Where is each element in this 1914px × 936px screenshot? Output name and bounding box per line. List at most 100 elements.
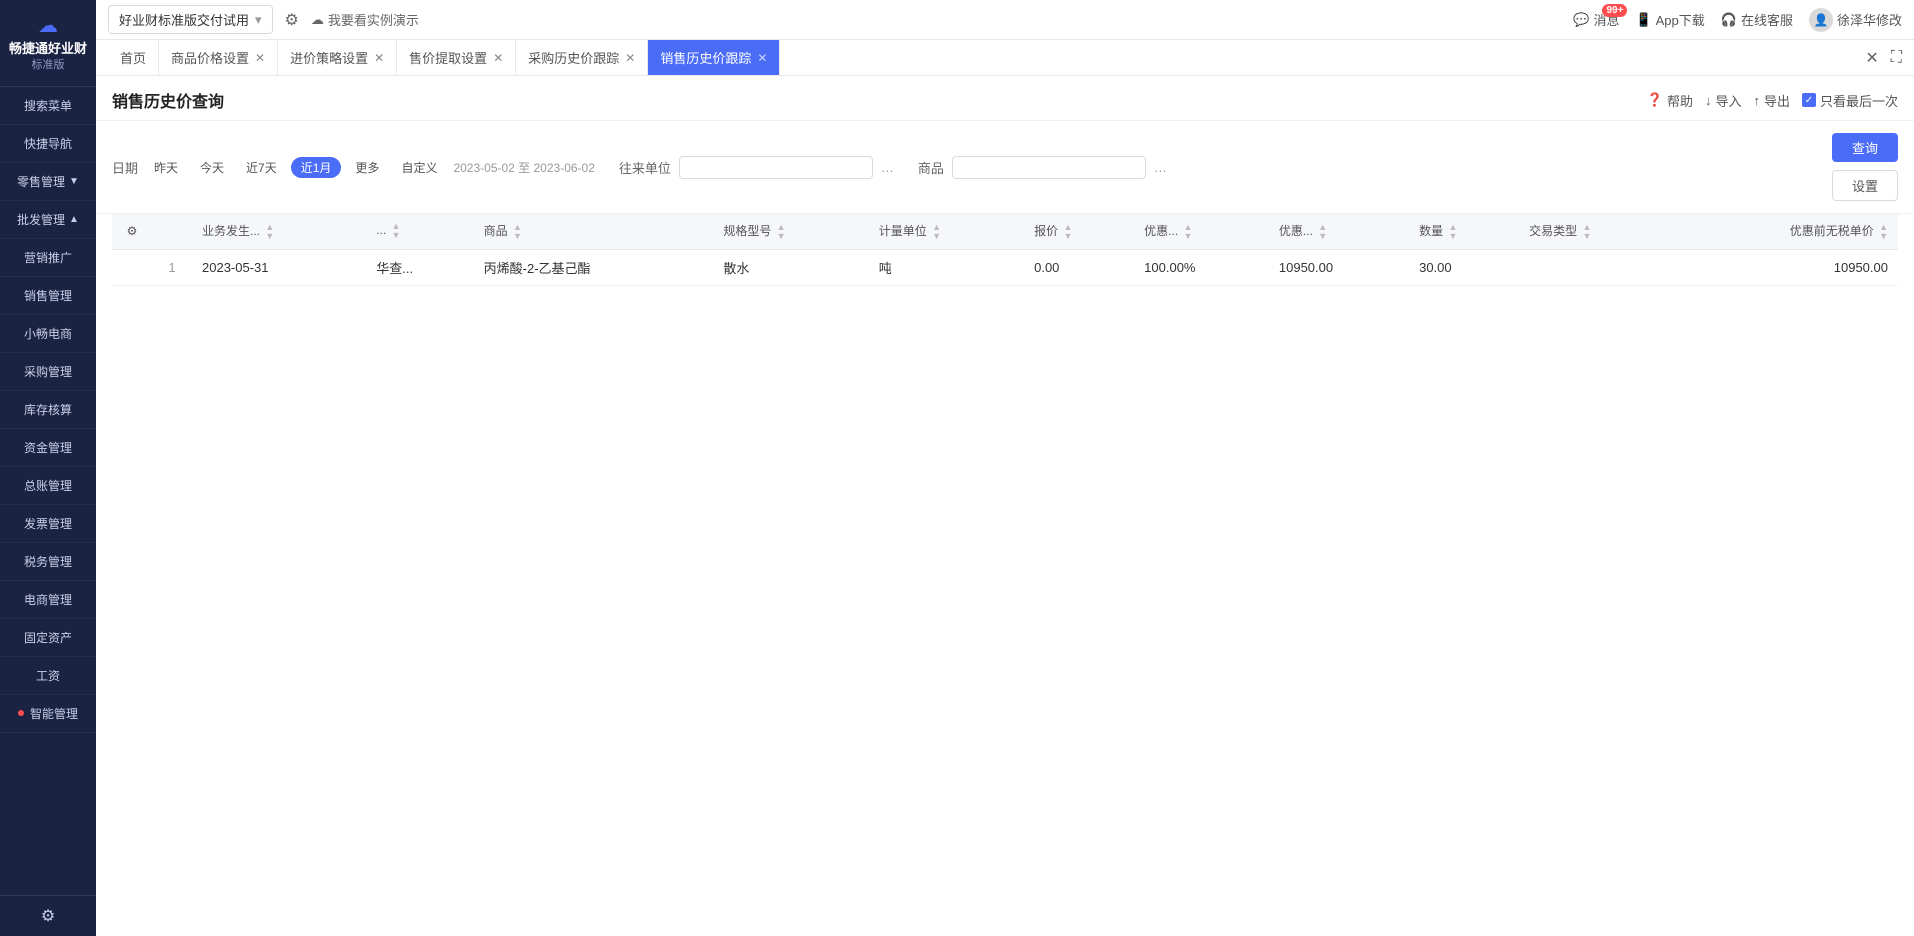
col-more1[interactable]: ... ▲▼	[366, 214, 473, 249]
sidebar-item-search-menu[interactable]: 搜索菜单	[0, 87, 96, 125]
col-discount1[interactable]: 优惠... ▲▼	[1134, 214, 1269, 249]
tab-purchase-history[interactable]: 采购历史价跟踪 ✕	[516, 40, 648, 76]
tab-home[interactable]: 首页	[108, 40, 159, 76]
message-icon: 💬	[1573, 12, 1589, 28]
tab-product-price-label: 商品价格设置	[171, 48, 249, 67]
service-icon: 🎧	[1721, 12, 1737, 28]
settings-button[interactable]: 设置	[1832, 170, 1898, 201]
tab-sales-history-close-icon[interactable]: ✕	[757, 51, 767, 65]
col-biz-date[interactable]: 业务发生... ▲▼	[192, 214, 366, 249]
retail-expand-icon: ▼	[69, 176, 79, 187]
date-btn-1month[interactable]: 近1月	[291, 157, 342, 178]
sidebar-item-ecommerce-small[interactable]: 小畅电商	[0, 315, 96, 353]
sidebar-item-invoice-mgmt[interactable]: 发票管理	[0, 505, 96, 543]
sort-icon-no-tax-price: ▲▼	[1879, 223, 1888, 241]
topbar-right: 💬 消息 99+ 📱 App下载 🎧 在线客服 👤 徐泽华修改	[1573, 8, 1902, 32]
row-num: 1	[152, 249, 192, 285]
sidebar-item-quick-nav[interactable]: 快捷导航	[0, 125, 96, 163]
col-price[interactable]: 报价 ▲▼	[1024, 214, 1134, 249]
query-button[interactable]: 查询	[1832, 133, 1898, 162]
table-row: 1 2023-05-31 华查... 丙烯酸-2-乙基己酯 散水 吨 0.00 …	[112, 249, 1898, 285]
sidebar-item-tax-mgmt[interactable]: 税务管理	[0, 543, 96, 581]
tab-purchase-strategy-close-icon[interactable]: ✕	[374, 51, 384, 65]
tab-product-price[interactable]: 商品价格设置 ✕	[159, 40, 278, 76]
table-header-row: ⚙ 业务发生... ▲▼ ... ▲▼ 商品 ▲▼	[112, 214, 1898, 249]
help-button[interactable]: ❓ 帮助	[1647, 91, 1693, 110]
sidebar-item-retail-mgmt[interactable]: 零售管理 ▼	[0, 163, 96, 201]
tab-close-icon[interactable]: ✕	[1861, 44, 1882, 72]
search-area: 日期 昨天 今天 近7天 近1月 更多 自定义 2023-05-02 至 202…	[96, 121, 1914, 214]
tab-sales-history[interactable]: 销售历史价跟踪 ✕	[648, 40, 780, 76]
sidebar-item-ledger-mgmt[interactable]: 总账管理	[0, 467, 96, 505]
sidebar-item-wholesale-mgmt[interactable]: 批发管理 ▲	[0, 201, 96, 239]
import-button[interactable]: ↓ 导入	[1705, 91, 1742, 110]
date-label: 日期	[112, 158, 138, 177]
message-button[interactable]: 💬 消息 99+	[1573, 10, 1619, 29]
sidebar-item-finance-mgmt[interactable]: 资金管理	[0, 429, 96, 467]
topbar-settings-icon[interactable]: ⚙	[285, 10, 299, 30]
date-selector: 昨天 今天 近7天 近1月 更多 自定义	[146, 157, 445, 178]
sidebar-item-smart-mgmt[interactable]: 智能管理	[0, 695, 96, 733]
tab-home-label: 首页	[120, 48, 146, 67]
tab-sale-price-close-icon[interactable]: ✕	[493, 51, 503, 65]
download-icon: 📱	[1635, 12, 1651, 28]
demo-button[interactable]: ☁ 我要看实例演示	[311, 10, 419, 29]
smart-mgmt-dot	[18, 710, 24, 716]
tab-sale-price[interactable]: 售价提取设置 ✕	[397, 40, 516, 76]
product-field: 商品 …	[918, 156, 1167, 179]
main-content: 好业财标准版交付试用 ▾ ⚙ ☁ 我要看实例演示 💬 消息 99+ 📱 App下…	[96, 0, 1914, 936]
date-btn-more[interactable]: 更多	[347, 157, 387, 178]
col-no-tax-price[interactable]: 优惠前无税单价 ▲▼	[1675, 214, 1898, 249]
message-badge: 99+	[1602, 4, 1627, 17]
tab-purchase-history-label: 采购历史价跟踪	[528, 48, 619, 67]
date-btn-today[interactable]: 今天	[192, 157, 232, 178]
sidebar-item-sales-mgmt[interactable]: 销售管理	[0, 277, 96, 315]
row-more1: 华查...	[366, 249, 473, 285]
page-header-actions: ❓ 帮助 ↓ 导入 ↑ 导出 ✓ 只看最后一次	[1647, 91, 1898, 110]
tab-maximize-icon[interactable]: ⛶	[1887, 45, 1906, 71]
tab-purchase-strategy[interactable]: 进价策略设置 ✕	[278, 40, 397, 76]
username-label: 徐泽华修改	[1837, 10, 1902, 29]
module-selector-label: 好业财标准版交付试用	[119, 10, 249, 29]
tab-sale-price-label: 售价提取设置	[409, 48, 487, 67]
import-icon: ↓	[1705, 93, 1712, 108]
col-discount2[interactable]: 优惠... ▲▼	[1269, 214, 1409, 249]
only-last-checkbox[interactable]: ✓ 只看最后一次	[1802, 91, 1898, 110]
export-button[interactable]: ↑ 导出	[1753, 91, 1790, 110]
app-download-button[interactable]: 📱 App下载	[1635, 10, 1704, 29]
sidebar-item-inventory[interactable]: 库存核算	[0, 391, 96, 429]
col-trade-type[interactable]: 交易类型 ▲▼	[1519, 214, 1674, 249]
product-more-icon[interactable]: …	[1154, 160, 1167, 175]
online-service-button[interactable]: 🎧 在线客服	[1721, 10, 1793, 29]
row-product: 丙烯酸-2-乙基己酯	[474, 249, 714, 285]
col-product[interactable]: 商品 ▲▼	[474, 214, 714, 249]
row-qty: 30.00	[1409, 249, 1519, 285]
tab-purchase-history-close-icon[interactable]: ✕	[625, 51, 635, 65]
table-body: 1 2023-05-31 华查... 丙烯酸-2-乙基己酯 散水 吨 0.00 …	[112, 249, 1898, 285]
date-btn-7days[interactable]: 近7天	[238, 157, 285, 178]
page-content: 销售历史价查询 ❓ 帮助 ↓ 导入 ↑ 导出 ✓ 只看最后一次	[96, 76, 1914, 936]
tab-product-price-close-icon[interactable]: ✕	[255, 51, 265, 65]
date-btn-yesterday[interactable]: 昨天	[146, 157, 186, 178]
col-unit[interactable]: 计量单位 ▲▼	[869, 214, 1024, 249]
row-price: 0.00	[1024, 249, 1134, 285]
sidebar-item-purchase-mgmt[interactable]: 采购管理	[0, 353, 96, 391]
sidebar-item-ecommerce-mgmt[interactable]: 电商管理	[0, 581, 96, 619]
table-header: ⚙ 业务发生... ▲▼ ... ▲▼ 商品 ▲▼	[112, 214, 1898, 249]
date-btn-custom[interactable]: 自定义	[393, 157, 445, 178]
product-input[interactable]	[952, 156, 1146, 179]
user-menu-button[interactable]: 👤 徐泽华修改	[1809, 8, 1902, 32]
sidebar-item-marketing[interactable]: 营销推广	[0, 239, 96, 277]
col-spec[interactable]: 规格型号 ▲▼	[713, 214, 868, 249]
tabbar: 首页 商品价格设置 ✕ 进价策略设置 ✕ 售价提取设置 ✕ 采购历史价跟踪 ✕ …	[96, 40, 1914, 76]
sidebar-item-payroll[interactable]: 工资	[0, 657, 96, 695]
sort-icon-unit: ▲▼	[932, 223, 941, 241]
supplier-input[interactable]	[679, 156, 873, 179]
col-qty[interactable]: 数量 ▲▼	[1409, 214, 1519, 249]
sort-icon-biz-date: ▲▼	[265, 223, 274, 241]
supplier-more-icon[interactable]: …	[881, 160, 894, 175]
sidebar-item-fixed-assets[interactable]: 固定资产	[0, 619, 96, 657]
sort-icon-spec: ▲▼	[777, 223, 786, 241]
sidebar-settings-button[interactable]: ⚙	[0, 895, 96, 936]
module-selector[interactable]: 好业财标准版交付试用 ▾	[108, 5, 273, 34]
